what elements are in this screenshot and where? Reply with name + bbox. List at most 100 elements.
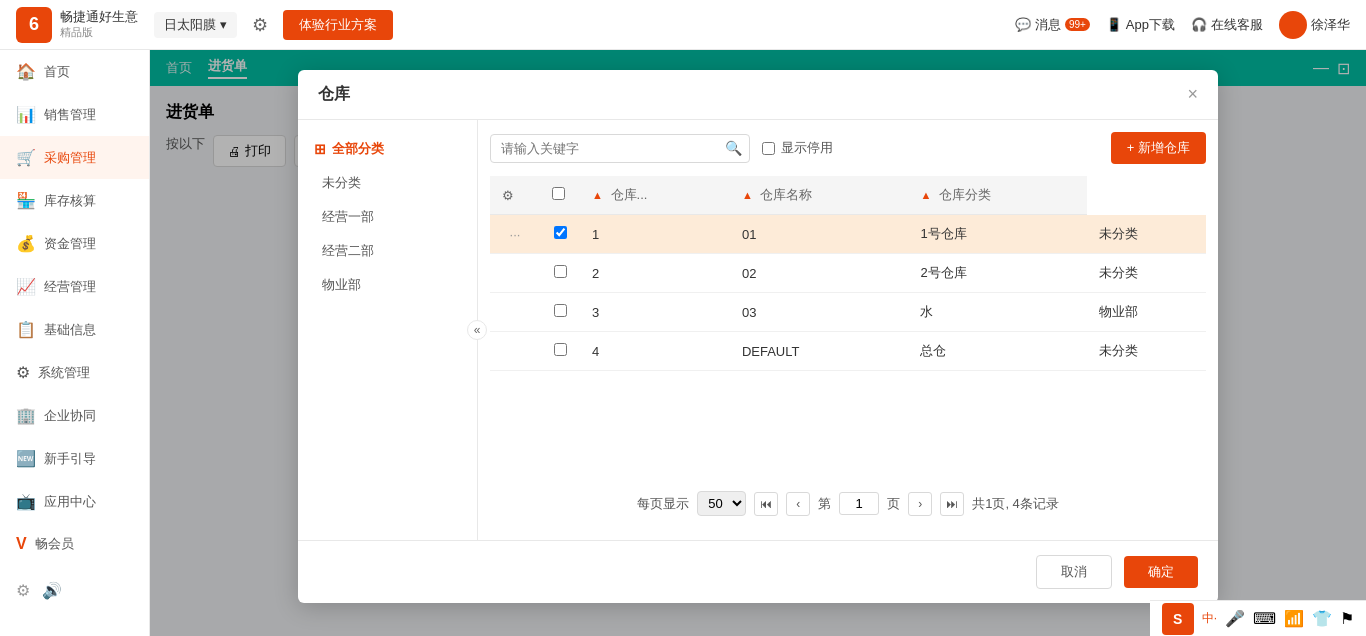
per-page-select[interactable]: 50 [697, 491, 746, 516]
sidebar-item-appcenter[interactable]: 📺 应用中心 [0, 480, 149, 523]
sidebar-label-system: 系统管理 [38, 364, 90, 382]
sidebar-item-vip[interactable]: V 畅会员 [0, 523, 149, 565]
show-disabled-label[interactable]: 显示停用 [762, 139, 833, 157]
warehouse-modal: 仓库 × ⊞ 全部分类 未分类 经营一部 经营二部 物业部 [298, 70, 1218, 603]
cancel-button[interactable]: 取消 [1036, 555, 1112, 589]
sidebar-item-sales[interactable]: 📊 销售管理 [0, 93, 149, 136]
sidebar-item-operation[interactable]: 📈 经营管理 [0, 265, 149, 308]
search-input[interactable] [490, 134, 750, 163]
phone-icon: 📱 [1106, 17, 1122, 32]
select-all-checkbox[interactable] [552, 187, 565, 200]
per-page-label: 每页显示 [637, 495, 689, 513]
page-next-button[interactable]: › [908, 492, 932, 516]
tree-item-property[interactable]: 物业部 [298, 268, 477, 302]
system-icon: ⚙ [16, 363, 30, 382]
row-code-cell: 01 [730, 215, 909, 254]
settings-icon[interactable]: ⚙ [245, 10, 275, 40]
show-disabled-text: 显示停用 [781, 139, 833, 157]
keyboard-icon[interactable]: ⌨ [1253, 609, 1276, 628]
store-name: 日太阳膜 [164, 16, 216, 34]
table-row[interactable]: 3 03 水 物业部 [490, 293, 1206, 332]
show-disabled-checkbox[interactable] [762, 142, 775, 155]
modal-close-button[interactable]: × [1187, 84, 1198, 105]
trial-button[interactable]: 体验行业方案 [283, 10, 393, 40]
wifi-icon: 📶 [1284, 609, 1304, 628]
table-panel: 🔍 显示停用 + 新增仓库 [478, 120, 1218, 540]
row-checkbox[interactable] [554, 226, 567, 239]
row-code-cell: DEFAULT [730, 332, 909, 371]
online-service-button[interactable]: 🎧 在线客服 [1191, 16, 1263, 34]
operation-icon: 📈 [16, 277, 36, 296]
store-selector[interactable]: 日太阳膜 ▾ [154, 12, 237, 38]
tree-item-dept2[interactable]: 经营二部 [298, 234, 477, 268]
col-category-header[interactable]: ▲ 仓库分类 [908, 176, 1087, 215]
search-icon[interactable]: 🔍 [725, 140, 742, 156]
row-code-cell: 02 [730, 254, 909, 293]
add-warehouse-button[interactable]: + 新增仓库 [1111, 132, 1206, 164]
sidebar-label-home: 首页 [44, 63, 70, 81]
row-name-cell: 2号仓库 [908, 254, 1087, 293]
row-checkbox[interactable] [554, 343, 567, 356]
messages-button[interactable]: 💬 消息 99+ [1015, 16, 1090, 34]
table-row[interactable]: 2 02 2号仓库 未分类 [490, 254, 1206, 293]
sidebar-label-purchase: 采购管理 [44, 149, 96, 167]
page-unit: 页 [887, 495, 900, 513]
user-avatar[interactable]: 徐泽华 [1279, 11, 1350, 39]
volume-icon[interactable]: 🔊 [42, 581, 62, 600]
page-prev-button[interactable]: ‹ [786, 492, 810, 516]
table-header-row: ⚙ ▲ 仓库... [490, 176, 1206, 215]
mic-icon[interactable]: 🎤 [1225, 609, 1245, 628]
row-category-cell: 未分类 [1087, 215, 1206, 254]
main-content: 首页 进货单 — ⊡ 进货单 按以下 🖨 打印 📤 导出 � [150, 50, 1366, 636]
row-name-cell: 1号仓库 [908, 215, 1087, 254]
logo-icon: 6 [16, 7, 52, 43]
settings-bottom-icon[interactable]: ⚙ [16, 581, 30, 600]
row-category-cell: 未分类 [1087, 332, 1206, 371]
row-checkbox[interactable] [554, 304, 567, 317]
table-body: ··· 1 01 1号仓库 未分类 2 02 2号仓库 未分类 [490, 215, 1206, 371]
page-last-button[interactable]: ⏭ [940, 492, 964, 516]
table-row[interactable]: ··· 1 01 1号仓库 未分类 [490, 215, 1206, 254]
sidebar-item-inventory[interactable]: 🏪 库存核算 [0, 179, 149, 222]
app-sub: 精品版 [60, 25, 138, 40]
table-row[interactable]: 4 DEFAULT 总仓 未分类 [490, 332, 1206, 371]
col-name-header[interactable]: ▲ 仓库名称 [730, 176, 909, 215]
sidebar-item-system[interactable]: ⚙ 系统管理 [0, 351, 149, 394]
main-layout: 🏠 首页 📊 销售管理 🛒 采购管理 🏪 库存核算 💰 资金管理 📈 经营管理 … [0, 50, 1366, 636]
sidebar-item-enterprise[interactable]: 🏢 企业协同 [0, 394, 149, 437]
page-first-button[interactable]: ⏮ [754, 492, 778, 516]
row-checkbox-cell [540, 215, 580, 254]
grid-icon: ⊞ [314, 141, 326, 157]
bottom-text: 中· [1202, 610, 1217, 627]
user-name: 徐泽华 [1311, 16, 1350, 34]
appcenter-icon: 📺 [16, 492, 36, 511]
sidebar-item-finance[interactable]: 💰 资金管理 [0, 222, 149, 265]
tree-item-dept1[interactable]: 经营一部 [298, 200, 477, 234]
search-wrap: 🔍 [490, 134, 750, 163]
row-actions-cell [490, 293, 540, 332]
sidebar-item-home[interactable]: 🏠 首页 [0, 50, 149, 93]
col-code-header[interactable]: ▲ 仓库... [580, 176, 730, 215]
sidebar-item-guide[interactable]: 🆕 新手引导 [0, 437, 149, 480]
status-bar: S 中· 🎤 ⌨ 📶 👕 ⚑ [1150, 600, 1366, 636]
all-categories[interactable]: ⊞ 全部分类 [298, 132, 477, 166]
top-nav: 6 畅捷通好生意 精品版 日太阳膜 ▾ ⚙ 体验行业方案 💬 消息 99+ 📱 … [0, 0, 1366, 50]
row-checkbox-cell [540, 254, 580, 293]
app-download-button[interactable]: 📱 App下载 [1106, 16, 1175, 34]
sidebar: 🏠 首页 📊 销售管理 🛒 采购管理 🏪 库存核算 💰 资金管理 📈 经营管理 … [0, 50, 150, 636]
page-input[interactable] [839, 492, 879, 515]
pagination: 每页显示 50 ⏮ ‹ 第 页 › ⏭ 共1页, 4条记录 [490, 479, 1206, 528]
message-badge: 99+ [1065, 18, 1090, 31]
row-checkbox[interactable] [554, 265, 567, 278]
sidebar-label-operation: 经营管理 [44, 278, 96, 296]
tree-collapse-button[interactable]: « [467, 320, 487, 340]
row-more-icon[interactable]: ··· [510, 227, 521, 242]
col-setting[interactable]: ⚙ [490, 176, 540, 215]
sidebar-item-basic[interactable]: 📋 基础信息 [0, 308, 149, 351]
confirm-button[interactable]: 确定 [1124, 556, 1198, 588]
sidebar-item-purchase[interactable]: 🛒 采购管理 [0, 136, 149, 179]
tree-item-uncategorized[interactable]: 未分类 [298, 166, 477, 200]
bottom-logo: S [1162, 603, 1194, 635]
store-dropdown-icon: ▾ [220, 17, 227, 32]
row-no-cell: 2 [580, 254, 730, 293]
